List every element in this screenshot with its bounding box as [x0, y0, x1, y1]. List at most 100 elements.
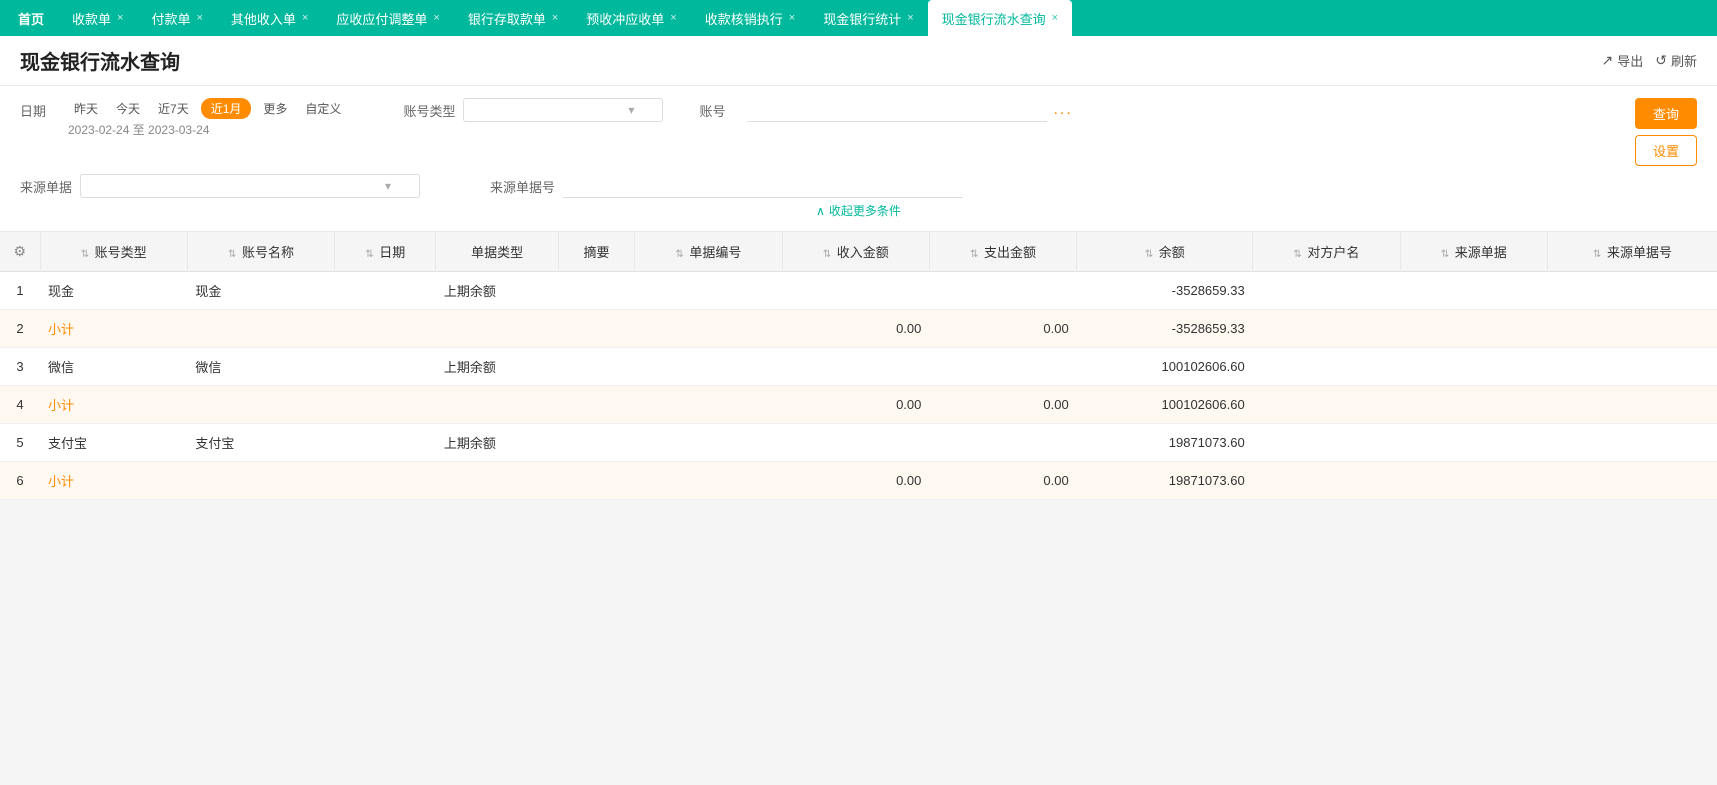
close-icon[interactable]: ×: [552, 12, 558, 24]
nav-tab-qitashouru[interactable]: 其他收入单 ×: [217, 0, 322, 36]
col-expense[interactable]: ⇅ 支出金额: [929, 232, 1076, 272]
table-cell: 1: [0, 272, 40, 310]
table-cell: 0.00: [929, 310, 1076, 348]
sort-icon: ⇅: [1593, 249, 1601, 260]
col-balance[interactable]: ⇅ 余额: [1077, 232, 1253, 272]
close-icon[interactable]: ×: [670, 12, 676, 24]
close-icon[interactable]: ×: [433, 12, 439, 24]
nav-tab-yingshouyingfu[interactable]: 应收应付调整单 ×: [322, 0, 453, 36]
table-cell: 6: [0, 462, 40, 500]
export-button[interactable]: ↗ 导出: [1602, 51, 1644, 70]
table-cell: [1547, 386, 1717, 424]
table-cell: [558, 386, 634, 424]
col-date[interactable]: ⇅ 日期: [335, 232, 436, 272]
date-btn-custom[interactable]: 自定义: [299, 98, 347, 119]
date-btn-1month[interactable]: 近1月: [201, 98, 252, 119]
close-icon[interactable]: ×: [117, 12, 123, 24]
nav-tab-fukuan[interactable]: 付款单 ×: [137, 0, 216, 36]
table-cell: [1547, 310, 1717, 348]
source-doc-no-label: 来源单据号: [490, 177, 555, 196]
nav-tab-yinhangcunqu[interactable]: 银行存取款单 ×: [454, 0, 572, 36]
table-cell: [1400, 424, 1547, 462]
nav-tab-shoukuanhexiao[interactable]: 收款核销执行 ×: [691, 0, 809, 36]
table-cell: [1253, 310, 1400, 348]
table-cell: [635, 424, 782, 462]
col-doc-no[interactable]: ⇅ 单据编号: [635, 232, 782, 272]
page-title: 现金银行流水查询: [20, 46, 180, 75]
table-cell: [635, 272, 782, 310]
query-button[interactable]: 查询: [1635, 98, 1697, 129]
table-cell: [335, 386, 436, 424]
close-icon[interactable]: ×: [1052, 12, 1058, 24]
filter-actions: 查询 设置: [1635, 98, 1697, 166]
table-cell: [1253, 424, 1400, 462]
table-cell: 0.00: [929, 462, 1076, 500]
filter-area: 日期 昨天 今天 近7天 近1月 更多 自定义 2023-02-24 至 202…: [0, 86, 1717, 232]
dots-button[interactable]: ...: [1053, 101, 1072, 119]
table-row: 1现金现金上期余额-3528659.33: [0, 272, 1717, 310]
date-btn-more[interactable]: 更多: [257, 98, 293, 119]
table-cell: [1253, 348, 1400, 386]
table-cell: [335, 462, 436, 500]
source-doc-select[interactable]: ▾: [80, 174, 420, 198]
date-btn-7days[interactable]: 近7天: [152, 98, 195, 119]
table-cell: [436, 386, 558, 424]
close-icon[interactable]: ×: [907, 12, 913, 24]
table-cell: [335, 310, 436, 348]
table-cell: 0.00: [782, 462, 929, 500]
table-cell: [1400, 272, 1547, 310]
col-source-doc[interactable]: ⇅ 来源单据: [1400, 232, 1547, 272]
close-icon[interactable]: ×: [789, 12, 795, 24]
col-acct-type[interactable]: ⇅ 账号类型: [40, 232, 187, 272]
collapse-row: ∧ 收起更多条件: [20, 202, 1697, 219]
col-income[interactable]: ⇅ 收入金额: [782, 232, 929, 272]
table-cell: [1547, 424, 1717, 462]
table-cell: [635, 462, 782, 500]
table-cell: 3: [0, 348, 40, 386]
gear-icon[interactable]: ⚙: [13, 243, 26, 259]
table-cell: -3528659.33: [1077, 272, 1253, 310]
acct-type-select[interactable]: ▾: [463, 98, 663, 122]
table-cell: [187, 462, 334, 500]
table-cell: -3528659.33: [1077, 310, 1253, 348]
table-cell: [1400, 386, 1547, 424]
table-cell: [782, 272, 929, 310]
col-doc-type[interactable]: 单据类型: [436, 232, 558, 272]
table-row: 4小计0.000.00100102606.60: [0, 386, 1717, 424]
refresh-icon: ↺: [1655, 52, 1667, 69]
sort-icon: ⇅: [1441, 249, 1449, 260]
refresh-button[interactable]: ↺ 刷新: [1655, 51, 1697, 70]
sort-icon: ⇅: [970, 249, 978, 260]
table-cell: [1547, 348, 1717, 386]
col-summary[interactable]: 摘要: [558, 232, 634, 272]
nav-tab-yushou[interactable]: 预收冲应收单 ×: [572, 0, 690, 36]
close-icon[interactable]: ×: [196, 12, 202, 24]
table-row: 3微信微信上期余额100102606.60: [0, 348, 1717, 386]
acct-input[interactable]: [747, 98, 1047, 122]
nav-tab-xianjinyinhangtongji[interactable]: 现金银行统计 ×: [809, 0, 927, 36]
chevron-down-icon: ▾: [628, 103, 634, 117]
table-cell: 上期余额: [436, 348, 558, 386]
table-cell: [635, 386, 782, 424]
table-cell: [187, 386, 334, 424]
nav-home[interactable]: 首页: [4, 0, 58, 36]
collapse-button[interactable]: ∧ 收起更多条件: [816, 202, 901, 219]
nav-tab-xianjinyinhangliu[interactable]: 现金银行流水查询 ×: [928, 0, 1072, 36]
sort-icon: ⇅: [675, 249, 683, 260]
col-acct-name[interactable]: ⇅ 账号名称: [187, 232, 334, 272]
col-counterpart[interactable]: ⇅ 对方户名: [1253, 232, 1400, 272]
col-source-doc-no[interactable]: ⇅ 来源单据号: [1547, 232, 1717, 272]
filter-row-2: 来源单据 ▾ 来源单据号: [20, 174, 1697, 198]
settings-button[interactable]: 设置: [1635, 135, 1697, 166]
nav-tab-shoukuan[interactable]: 收款单 ×: [58, 0, 137, 36]
sort-icon: ⇅: [228, 249, 236, 260]
table-cell: [1547, 272, 1717, 310]
date-btn-today[interactable]: 今天: [110, 98, 146, 119]
table-cell: 现金: [187, 272, 334, 310]
col-gear[interactable]: ⚙: [0, 232, 40, 272]
date-btn-yesterday[interactable]: 昨天: [68, 98, 104, 119]
table-cell: [782, 424, 929, 462]
source-doc-no-input[interactable]: [563, 174, 963, 198]
close-icon[interactable]: ×: [302, 12, 308, 24]
table-cell: [335, 348, 436, 386]
